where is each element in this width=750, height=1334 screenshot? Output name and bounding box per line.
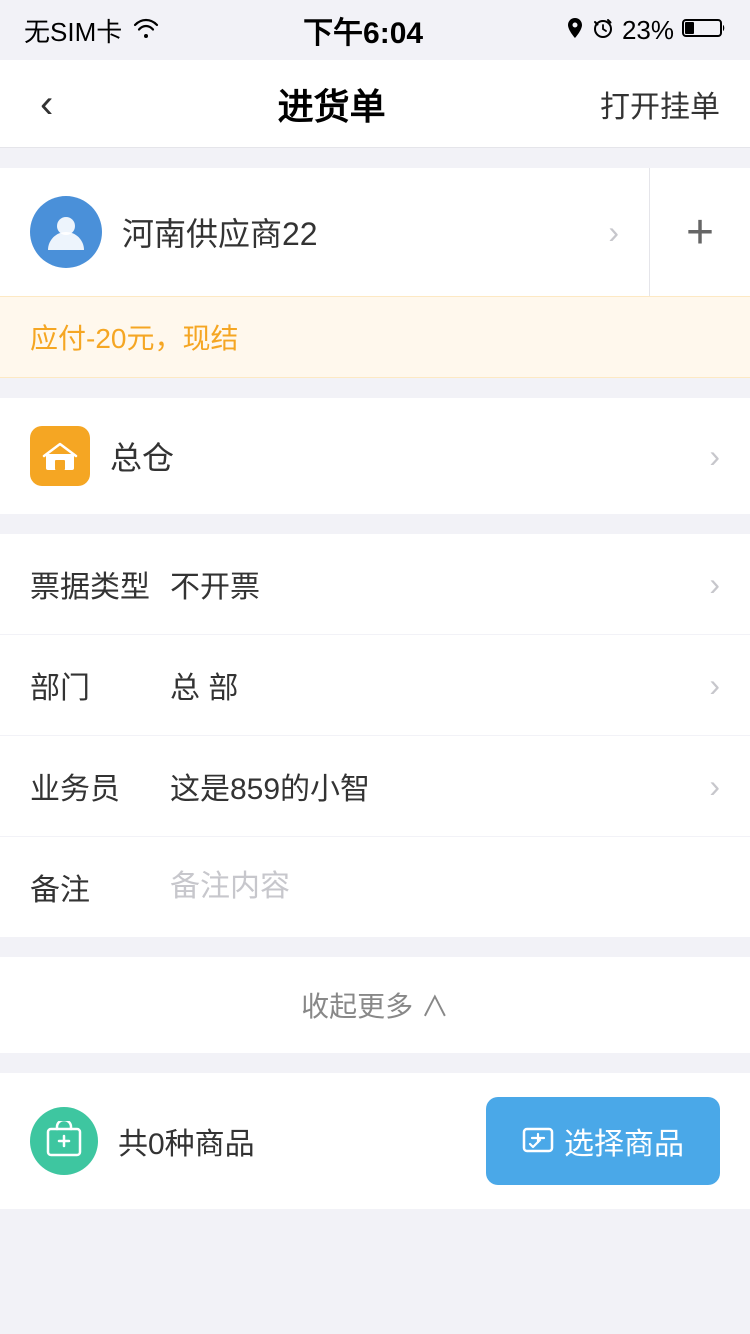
supplier-avatar: [30, 196, 102, 268]
alarm-icon: [592, 15, 614, 46]
nav-bar: ‹ 进货单 打开挂单: [0, 60, 750, 148]
page-title: 进货单: [278, 78, 386, 130]
collapse-label: 收起更多 ∧: [301, 985, 449, 1025]
status-time: 下午6:04: [303, 8, 423, 52]
salesman-value: 这是859的小智: [170, 764, 699, 808]
status-right: 23%: [566, 15, 726, 46]
salesman-label: 业务员: [30, 764, 170, 808]
department-row[interactable]: 部门 总 部 ›: [0, 635, 750, 736]
warehouse-chevron-icon: ›: [709, 438, 720, 475]
supplier-name: 河南供应商22: [122, 209, 598, 255]
notice-text: 应付-20元，现结: [30, 323, 238, 354]
invoice-label: 票据类型: [30, 562, 170, 606]
supplier-add-button[interactable]: +: [650, 168, 750, 296]
notice-banner: 应付-20元，现结: [0, 296, 750, 378]
location-icon: [566, 15, 584, 46]
open-pending-button[interactable]: 打开挂单: [600, 82, 720, 126]
collapse-row[interactable]: 收起更多 ∧: [0, 957, 750, 1053]
department-value: 总 部: [170, 663, 699, 707]
back-button[interactable]: ‹: [30, 74, 63, 134]
invoice-row[interactable]: 票据类型 不开票 ›: [0, 534, 750, 635]
content: 河南供应商22 › + 应付-20元，现结 总仓 › 票据类型 不开票 ›: [0, 168, 750, 1269]
product-icon: [30, 1107, 98, 1175]
battery-text: 23%: [622, 15, 674, 46]
supplier-section: 河南供应商22 › +: [0, 168, 750, 296]
warehouse-row[interactable]: 总仓 ›: [0, 398, 750, 514]
carrier-text: 无SIM卡: [24, 12, 122, 49]
select-product-button[interactable]: 选择商品: [486, 1097, 720, 1185]
note-label: 备注: [30, 865, 170, 909]
department-chevron-icon: ›: [709, 667, 720, 704]
plus-icon: +: [686, 205, 714, 260]
department-label: 部门: [30, 663, 170, 707]
form-section: 票据类型 不开票 › 部门 总 部 › 业务员 这是859的小智 › 备注: [0, 534, 750, 937]
wifi-icon: [132, 15, 160, 46]
note-input[interactable]: [170, 870, 720, 904]
salesman-chevron-icon: ›: [709, 768, 720, 805]
battery-icon: [682, 15, 726, 46]
select-product-label: 选择商品: [564, 1119, 684, 1163]
status-left: 无SIM卡: [24, 12, 160, 49]
supplier-selector[interactable]: 河南供应商22 ›: [0, 168, 650, 296]
status-bar: 无SIM卡 下午6:04 23%: [0, 0, 750, 60]
warehouse-name: 总仓: [110, 433, 699, 479]
invoice-chevron-icon: ›: [709, 566, 720, 603]
invoice-value: 不开票: [170, 562, 699, 606]
warehouse-icon: [30, 426, 90, 486]
note-row: 备注: [0, 837, 750, 937]
salesman-row[interactable]: 业务员 这是859的小智 ›: [0, 736, 750, 837]
product-count: 共0种商品: [118, 1119, 486, 1163]
footer-section: 共0种商品 选择商品: [0, 1073, 750, 1209]
supplier-chevron-icon: ›: [608, 214, 619, 251]
